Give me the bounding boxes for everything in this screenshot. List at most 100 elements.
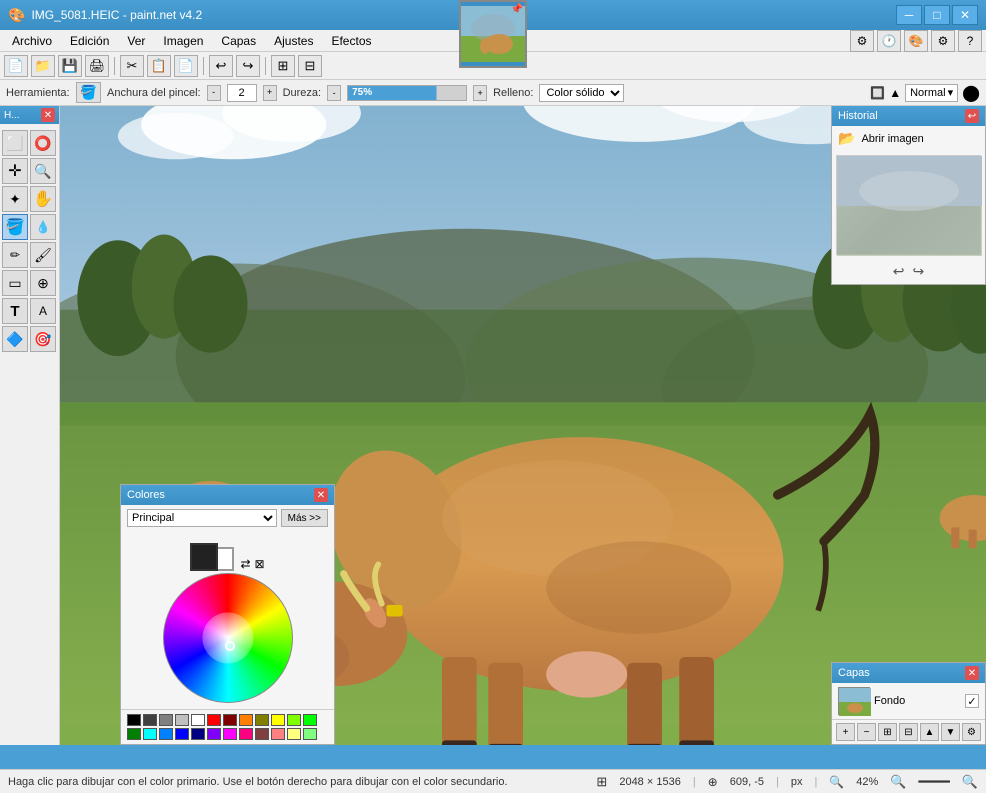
print-button[interactable]: 🖨 (85, 55, 109, 77)
swatch-salmon[interactable] (271, 728, 285, 740)
swatch-lgreenb[interactable] (303, 728, 317, 740)
text-tool[interactable]: T (2, 298, 28, 324)
clock-icon[interactable]: 🕐 (877, 30, 901, 52)
swatch-olive[interactable] (255, 714, 269, 726)
fill-dropdown[interactable]: Color sólido (539, 84, 624, 102)
copy-button[interactable]: 📋 (147, 55, 171, 77)
color-picker-tool[interactable]: 💧 (30, 214, 56, 240)
layers-close-button[interactable]: ✕ (965, 666, 979, 680)
swatch-white[interactable] (191, 714, 205, 726)
swatch-orange[interactable] (239, 714, 253, 726)
open-button[interactable]: 📁 (31, 55, 55, 77)
swatch-gray[interactable] (159, 714, 173, 726)
hardness-bar[interactable]: 75% (347, 85, 467, 101)
zoom-tool[interactable]: 🔍 (30, 158, 56, 184)
move-tool[interactable]: ✛ (2, 158, 28, 184)
swatch-brown[interactable] (255, 728, 269, 740)
swatch-dgreen[interactable] (127, 728, 141, 740)
brush-size-input[interactable] (227, 84, 257, 102)
shapes-tool[interactable]: 🔷 (2, 326, 28, 352)
add-layer-button[interactable]: + (836, 723, 855, 741)
new-file-button[interactable]: 📄 (4, 55, 28, 77)
maximize-button[interactable]: □ (924, 5, 950, 25)
swatch-green[interactable] (303, 714, 317, 726)
fontsize-tool[interactable]: A (30, 298, 56, 324)
layer-up-button[interactable]: ▲ (920, 723, 939, 741)
delete-layer-button[interactable]: − (857, 723, 876, 741)
hardness-decrease[interactable]: - (327, 85, 341, 101)
blend-mode-dropdown[interactable]: Normal ▾ (905, 84, 958, 102)
pencil-tool[interactable]: ✏ (2, 242, 28, 268)
color-wheel-icon[interactable]: 🎨 (904, 30, 928, 52)
brush-size-decrease[interactable]: - (207, 85, 221, 101)
undo-button[interactable]: ↩ (209, 55, 233, 77)
swatch-purple[interactable] (207, 728, 221, 740)
settings-icon[interactable]: ⚙ (850, 30, 874, 52)
swatch-dred[interactable] (223, 714, 237, 726)
toolbox-close-button[interactable]: ✕ (41, 108, 55, 122)
swatch-dgray[interactable] (143, 714, 157, 726)
swatch-red[interactable] (207, 714, 221, 726)
layer-down-button[interactable]: ▼ (941, 723, 960, 741)
magic-wand-tool[interactable]: ✦ (2, 186, 28, 212)
eraser-tool[interactable]: ▭ (2, 270, 28, 296)
swatch-cyan[interactable] (143, 728, 157, 740)
rect-select-tool[interactable]: ⬜ (2, 130, 28, 156)
duplicate-layer-button[interactable]: ⊞ (878, 723, 897, 741)
redo-button[interactable]: ↪ (236, 55, 260, 77)
lasso-tool[interactable]: ⭕ (30, 130, 56, 156)
menu-edicion[interactable]: Edición (62, 32, 117, 50)
swatch-lyellow[interactable] (287, 728, 301, 740)
pan-tool[interactable]: ✋ (30, 186, 56, 212)
history-redo-button[interactable]: ↪ (913, 263, 925, 280)
zoom-in-btn[interactable]: 🔍 (962, 774, 978, 790)
swatch-magenta[interactable] (223, 728, 237, 740)
swatch-navy[interactable] (191, 728, 205, 740)
swatch-lgreen[interactable] (287, 714, 301, 726)
colors-close-button[interactable]: ✕ (314, 488, 328, 502)
layer-settings-button[interactable]: ⚙ (962, 723, 981, 741)
swatch-pink[interactable] (239, 728, 253, 740)
history-item-open[interactable]: 📂 Abrir imagen (832, 126, 985, 151)
crop-button[interactable]: ⊞ (271, 55, 295, 77)
foreground-color[interactable] (190, 543, 218, 571)
history-close-button[interactable]: ↩ (965, 109, 979, 123)
colors-channel-dropdown[interactable]: Principal (127, 509, 277, 527)
help-icon[interactable]: ? (958, 30, 982, 52)
paintbrush-tool[interactable]: 🖌 (30, 242, 56, 268)
extra-tool[interactable]: 🎯 (30, 326, 56, 352)
close-button[interactable]: ✕ (952, 5, 978, 25)
swatch-yellow[interactable] (271, 714, 285, 726)
gear2-icon[interactable]: ⚙ (931, 30, 955, 52)
colors-more-button[interactable]: Más >> (281, 509, 328, 527)
history-undo-button[interactable]: ↩ (893, 263, 905, 280)
menu-imagen[interactable]: Imagen (155, 32, 211, 50)
menu-ver[interactable]: Ver (119, 32, 153, 50)
menu-capas[interactable]: Capas (213, 32, 264, 50)
swap-colors-icon[interactable]: ⇄ (240, 557, 250, 571)
paint-bucket-tool[interactable]: 🪣 (2, 214, 28, 240)
zoom-slider[interactable]: ━━━━ (919, 774, 950, 790)
brush-size-increase[interactable]: + (263, 85, 277, 101)
zoom-out-btn[interactable]: 🔍 (890, 774, 906, 790)
layer-item-fondo[interactable]: Fondo ✓ (832, 683, 985, 719)
paste-button[interactable]: 📄 (174, 55, 198, 77)
layer-visibility-checkbox[interactable]: ✓ (965, 694, 979, 708)
minimize-button[interactable]: ─ (896, 5, 922, 25)
color-wheel[interactable] (163, 573, 293, 703)
menu-efectos[interactable]: Efectos (323, 32, 379, 50)
reset-colors-icon[interactable]: ⊠ (255, 557, 265, 571)
swatch-blue[interactable] (159, 728, 173, 740)
save-button[interactable]: 💾 (58, 55, 82, 77)
swatch-dblue[interactable] (175, 728, 189, 740)
menu-archivo[interactable]: Archivo (4, 32, 60, 50)
cut-button[interactable]: ✂ (120, 55, 144, 77)
merge-layer-button[interactable]: ⊟ (899, 723, 918, 741)
menu-ajustes[interactable]: Ajustes (266, 32, 321, 50)
clone-tool[interactable]: ⊕ (30, 270, 56, 296)
resize-button[interactable]: ⊟ (298, 55, 322, 77)
hardness-increase[interactable]: + (473, 85, 487, 101)
swatch-lgray[interactable] (175, 714, 189, 726)
swatch-black[interactable] (127, 714, 141, 726)
canvas-area[interactable]: Historial ↩ 📂 Abrir imagen ↩ (60, 106, 986, 745)
